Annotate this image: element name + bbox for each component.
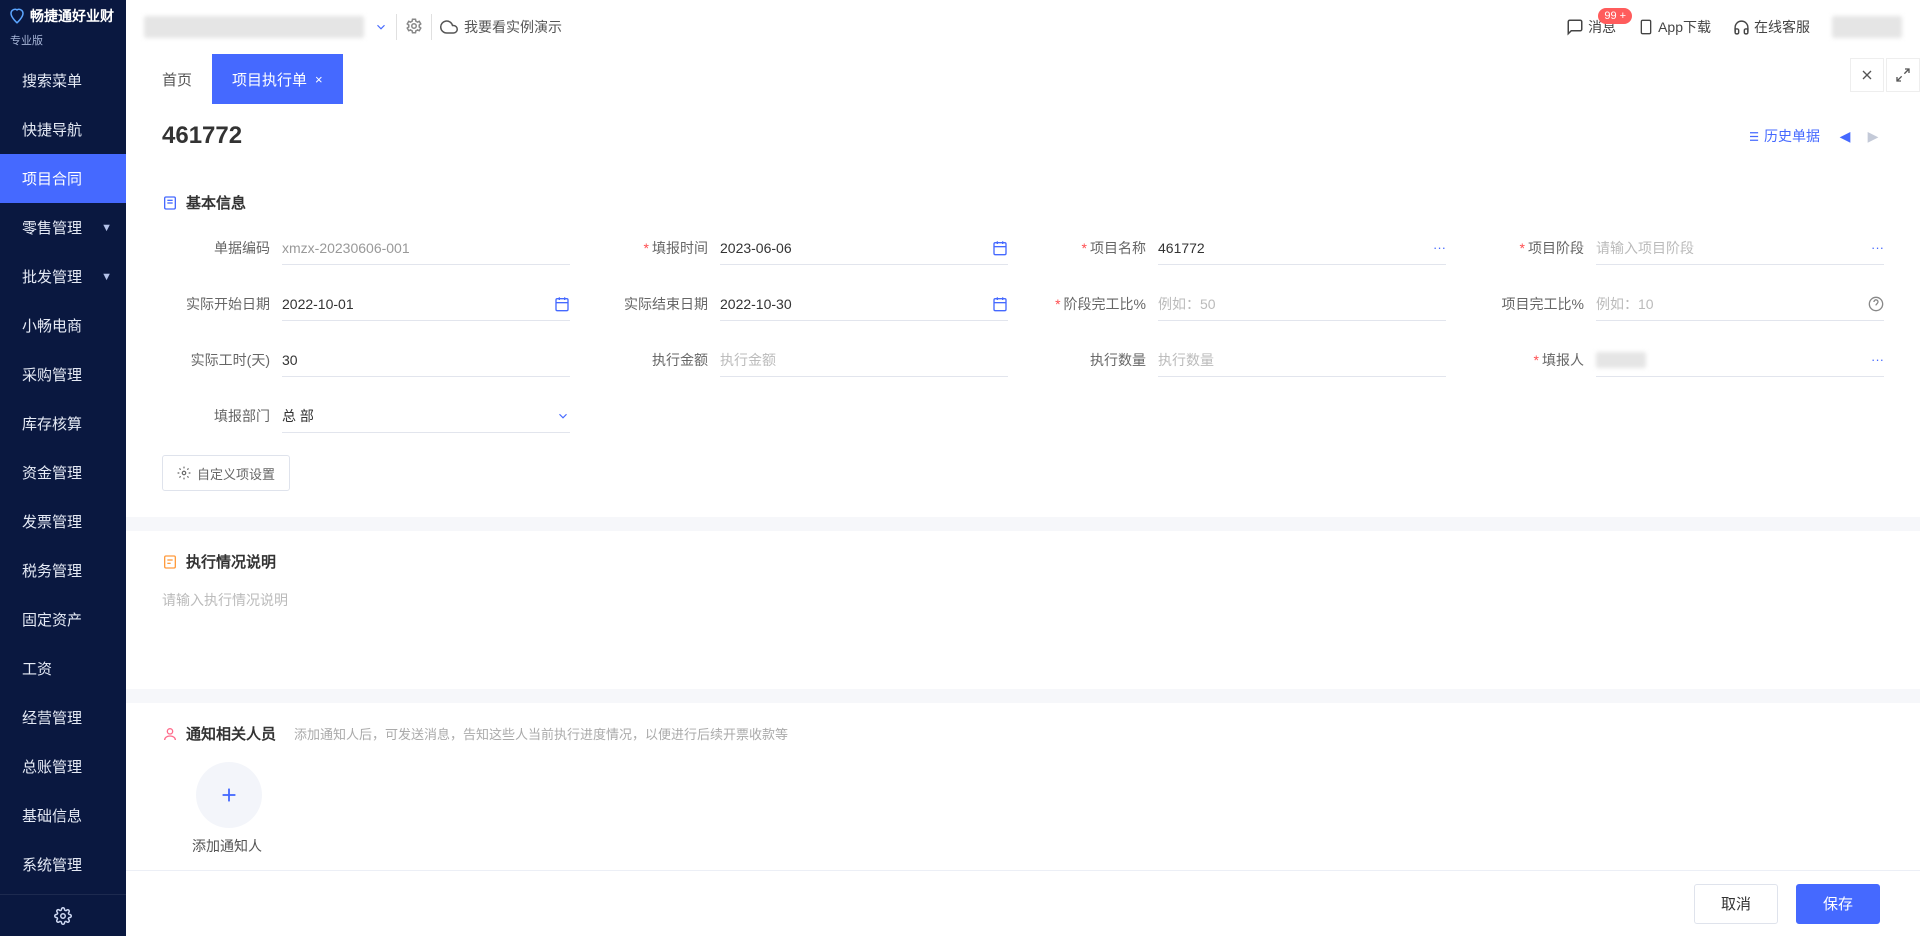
sidebar-item-11[interactable]: 固定资产 xyxy=(0,595,126,644)
headset-icon xyxy=(1733,19,1750,36)
chevron-down-icon xyxy=(374,20,388,34)
page-footer: 取消 保存 xyxy=(126,870,1920,936)
project-pct-input[interactable] xyxy=(1596,296,1868,312)
gear-small-icon xyxy=(177,466,191,480)
bill-code-input[interactable] xyxy=(282,240,570,256)
list-icon xyxy=(1745,129,1760,144)
demo-link[interactable]: 我要看实例演示 xyxy=(440,17,562,37)
project-name-input[interactable] xyxy=(1158,240,1433,256)
chevron-down-icon: ▼ xyxy=(101,222,112,234)
exec-amount-input[interactable] xyxy=(720,352,1008,368)
plus-icon xyxy=(218,784,240,806)
reporter-value xyxy=(1596,352,1646,368)
app-download-link[interactable]: App下载 xyxy=(1638,17,1711,37)
help-icon[interactable] xyxy=(1868,296,1884,312)
prev-record[interactable]: ◀ xyxy=(1834,125,1856,147)
messages-link[interactable]: 消息 99 + xyxy=(1566,17,1616,37)
actual-end-input[interactable] xyxy=(720,296,992,312)
sidebar-item-14[interactable]: 总账管理 xyxy=(0,742,126,791)
report-dept-input[interactable] xyxy=(282,408,556,424)
tab-expand-button[interactable] xyxy=(1886,58,1920,92)
sidebar-item-6[interactable]: 采购管理 xyxy=(0,350,126,399)
sidebar-item-1[interactable]: 快捷导航 xyxy=(0,105,126,154)
add-person-label: 添加通知人 xyxy=(192,836,1884,856)
org-settings-icon[interactable] xyxy=(405,17,423,38)
sidebar-item-10[interactable]: 税务管理 xyxy=(0,546,126,595)
sidebar-item-12[interactable]: 工资 xyxy=(0,644,126,693)
section-exec-desc: 执行情况说明 xyxy=(126,531,1920,689)
sidebar-item-5[interactable]: 小畅电商 xyxy=(0,301,126,350)
report-time-input[interactable] xyxy=(720,240,992,256)
calendar-icon[interactable] xyxy=(992,240,1008,256)
sidebar-item-3[interactable]: 零售管理▼ xyxy=(0,203,126,252)
cloud-icon xyxy=(440,18,458,36)
note-icon xyxy=(162,554,178,570)
page-header: 461772 历史单据 ◀ ▶ xyxy=(126,104,1920,172)
sidebar-item-13[interactable]: 经营管理 xyxy=(0,693,126,742)
topbar: 我要看实例演示 消息 99 + App下载 在线客服 xyxy=(126,0,1920,54)
sidebar: 畅捷通好业财 专业版 搜索菜单快捷导航项目合同零售管理▼批发管理▼小畅电商采购管… xyxy=(0,0,126,936)
exec-qty-input[interactable] xyxy=(1158,352,1446,368)
history-link[interactable]: 历史单据 xyxy=(1745,126,1820,146)
sidebar-item-0[interactable]: 搜索菜单 xyxy=(0,56,126,105)
sidebar-item-15[interactable]: 基础信息 xyxy=(0,791,126,840)
page-title: 461772 xyxy=(162,122,242,150)
brand-logo: 畅捷通好业财 xyxy=(0,0,126,32)
more-icon[interactable]: ··· xyxy=(1871,352,1884,367)
stage-pct-input[interactable] xyxy=(1158,296,1446,312)
tab-close-icon[interactable]: × xyxy=(315,72,323,87)
online-service-link[interactable]: 在线客服 xyxy=(1733,17,1810,37)
edition-label: 专业版 xyxy=(0,32,126,48)
person-icon xyxy=(162,726,178,742)
more-icon[interactable]: ··· xyxy=(1871,240,1884,255)
next-record[interactable]: ▶ xyxy=(1862,125,1884,147)
logo-icon xyxy=(8,7,26,25)
tab-0[interactable]: 首页 xyxy=(142,54,212,104)
section-basic-info: 基本信息 单据编码 *填报时间 *项目名称 xyxy=(126,172,1920,517)
section-notify: 通知相关人员 添加通知人后，可发送消息，告知这些人当前执行进度情况，以便进行后续… xyxy=(126,703,1920,882)
custom-fields-button[interactable]: 自定义项设置 xyxy=(162,455,290,491)
message-icon xyxy=(1566,18,1584,36)
page-content: 461772 历史单据 ◀ ▶ 基本信息 xyxy=(126,104,1920,936)
sidebar-item-16[interactable]: 系统管理 xyxy=(0,840,126,889)
notify-hint: 添加通知人后，可发送消息，告知这些人当前执行进度情况，以便进行后续开票收款等 xyxy=(294,724,788,743)
sidebar-item-8[interactable]: 资金管理 xyxy=(0,448,126,497)
sidebar-item-2[interactable]: 项目合同 xyxy=(0,154,126,203)
messages-badge: 99 + xyxy=(1598,8,1632,24)
sidebar-settings[interactable] xyxy=(0,894,126,936)
form-icon xyxy=(162,195,178,211)
tab-1[interactable]: 项目执行单× xyxy=(212,54,343,104)
sidebar-item-7[interactable]: 库存核算 xyxy=(0,399,126,448)
mobile-icon xyxy=(1638,19,1654,35)
add-person-button[interactable] xyxy=(196,762,262,828)
org-selector[interactable] xyxy=(144,16,388,38)
work-days-input[interactable] xyxy=(282,352,570,368)
calendar-icon[interactable] xyxy=(992,296,1008,312)
sidebar-item-9[interactable]: 发票管理 xyxy=(0,497,126,546)
expand-icon xyxy=(1895,67,1911,83)
project-stage-input[interactable] xyxy=(1596,240,1871,256)
save-button[interactable]: 保存 xyxy=(1796,884,1880,924)
exec-desc-textarea[interactable] xyxy=(162,590,1884,660)
tab-close-button[interactable] xyxy=(1850,58,1884,92)
gear-icon xyxy=(54,907,72,925)
chevron-down-icon[interactable] xyxy=(556,409,570,423)
cancel-button[interactable]: 取消 xyxy=(1694,884,1778,924)
tabbar: 首页项目执行单× xyxy=(126,54,1888,104)
close-icon xyxy=(1859,67,1875,83)
sidebar-item-4[interactable]: 批发管理▼ xyxy=(0,252,126,301)
user-avatar[interactable] xyxy=(1832,16,1902,38)
more-icon[interactable]: ··· xyxy=(1433,240,1446,255)
actual-start-input[interactable] xyxy=(282,296,554,312)
chevron-down-icon: ▼ xyxy=(101,271,112,283)
calendar-icon[interactable] xyxy=(554,296,570,312)
